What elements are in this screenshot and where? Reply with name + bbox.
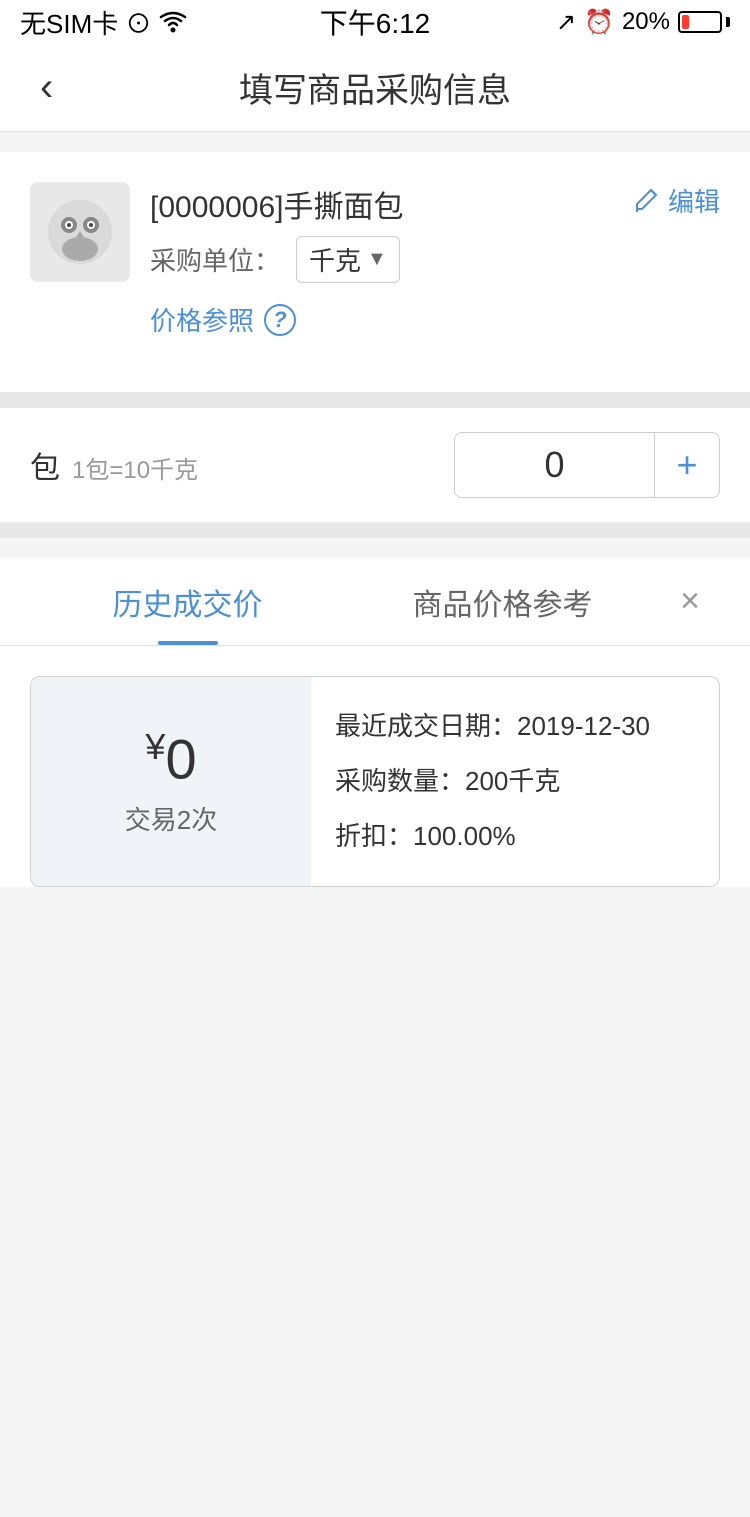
edit-icon (634, 187, 662, 215)
detail-disc-label: 折扣： (335, 821, 413, 851)
product-logo (45, 197, 115, 267)
battery-percentage: 20% (622, 8, 670, 36)
product-header: [0000006]手撕面包 采购单位： 千克 ▼ 价格参照 ? (30, 182, 720, 338)
main-content-area (0, 917, 750, 1517)
history-price-display: ¥0 (145, 726, 196, 792)
detail-date: 最近成交日期：2019-12-30 (335, 707, 695, 746)
unit-arrow-icon: ▼ (367, 248, 387, 271)
history-details: 最近成交日期：2019-12-30 采购数量：200千克 折扣：100.00% (311, 677, 719, 886)
tabs-header: 历史成交价 商品价格参考 × (0, 558, 750, 646)
product-left: [0000006]手撕面包 采购单位： 千克 ▼ 价格参照 ? (30, 182, 403, 338)
back-button[interactable]: ‹ (30, 55, 63, 120)
tab-history-label: 历史成交价 (113, 580, 263, 624)
detail-date-value: 2019-12-30 (517, 711, 650, 741)
battery-icon (678, 11, 730, 33)
quantity-left: 包 1包=10千克 (30, 443, 198, 487)
tabs-section: 历史成交价 商品价格参考 × ¥0 交易2次 最近成交日期：2019-12-30… (0, 558, 750, 887)
detail-date-label: 最近成交日期： (335, 711, 517, 741)
tab-price-reference[interactable]: 商品价格参考 (345, 558, 660, 645)
status-carrier: 无SIM卡 ⊙ (20, 4, 187, 41)
unit-selector[interactable]: 千克 ▼ (296, 236, 400, 283)
product-unit-row: 采购单位： 千克 ▼ (150, 236, 403, 283)
quantity-conversion: 1包=10千克 (72, 450, 198, 485)
edit-button[interactable]: 编辑 (634, 182, 720, 219)
tab-active-indicator (158, 641, 218, 645)
price-value: 0 (165, 728, 196, 791)
carrier-text: 无SIM卡 ⊙ (20, 4, 151, 41)
tab-close-button[interactable]: × (660, 582, 720, 621)
quantity-row: 包 1包=10千克 + (0, 408, 750, 522)
wifi-icon (159, 11, 187, 33)
page-title: 填写商品采购信息 (239, 63, 511, 112)
status-time: 下午6:12 (320, 2, 431, 42)
location-icon: ↗ (556, 8, 576, 37)
unit-value: 千克 (309, 241, 361, 278)
detail-disc-value: 100.00% (413, 821, 516, 851)
nav-bar: ‹ 填写商品采购信息 (0, 44, 750, 132)
detail-quantity: 采购数量：200千克 (335, 762, 695, 801)
status-bar: 无SIM卡 ⊙ 下午6:12 ↗ ⏰ 20% (0, 0, 750, 44)
quantity-input-group: + (454, 432, 720, 498)
detail-qty-label: 采购数量： (335, 766, 465, 796)
history-price-section: ¥0 交易2次 (31, 677, 311, 886)
detail-qty-value: 200千克 (465, 766, 560, 796)
alarm-icon: ⏰ (584, 8, 614, 37)
currency-symbol: ¥ (145, 726, 165, 767)
product-name: [0000006]手撕面包 (150, 182, 403, 226)
product-info: [0000006]手撕面包 采购单位： 千克 ▼ 价格参照 ? (150, 182, 403, 338)
product-card: [0000006]手撕面包 采购单位： 千克 ▼ 价格参照 ? (0, 152, 750, 392)
quantity-input[interactable] (455, 433, 655, 497)
detail-discount: 折扣：100.00% (335, 817, 695, 856)
price-ref-label[interactable]: 价格参照 (150, 301, 254, 338)
quantity-plus-button[interactable]: + (655, 433, 719, 497)
divider-2 (0, 522, 750, 538)
status-right-group: ↗ ⏰ 20% (556, 8, 730, 37)
divider-1 (0, 392, 750, 408)
history-card: ¥0 交易2次 最近成交日期：2019-12-30 采购数量：200千克 折扣：… (30, 676, 720, 887)
tab-history-price[interactable]: 历史成交价 (30, 558, 345, 645)
unit-label: 采购单位： (150, 241, 280, 278)
product-thumbnail (30, 182, 130, 282)
info-icon[interactable]: ? (264, 304, 296, 336)
history-trades: 交易2次 (125, 800, 217, 837)
quantity-unit: 包 (30, 443, 60, 487)
tab-price-ref-label: 商品价格参考 (413, 580, 593, 624)
price-ref-row: 价格参照 ? (150, 301, 403, 338)
edit-label: 编辑 (668, 182, 720, 219)
